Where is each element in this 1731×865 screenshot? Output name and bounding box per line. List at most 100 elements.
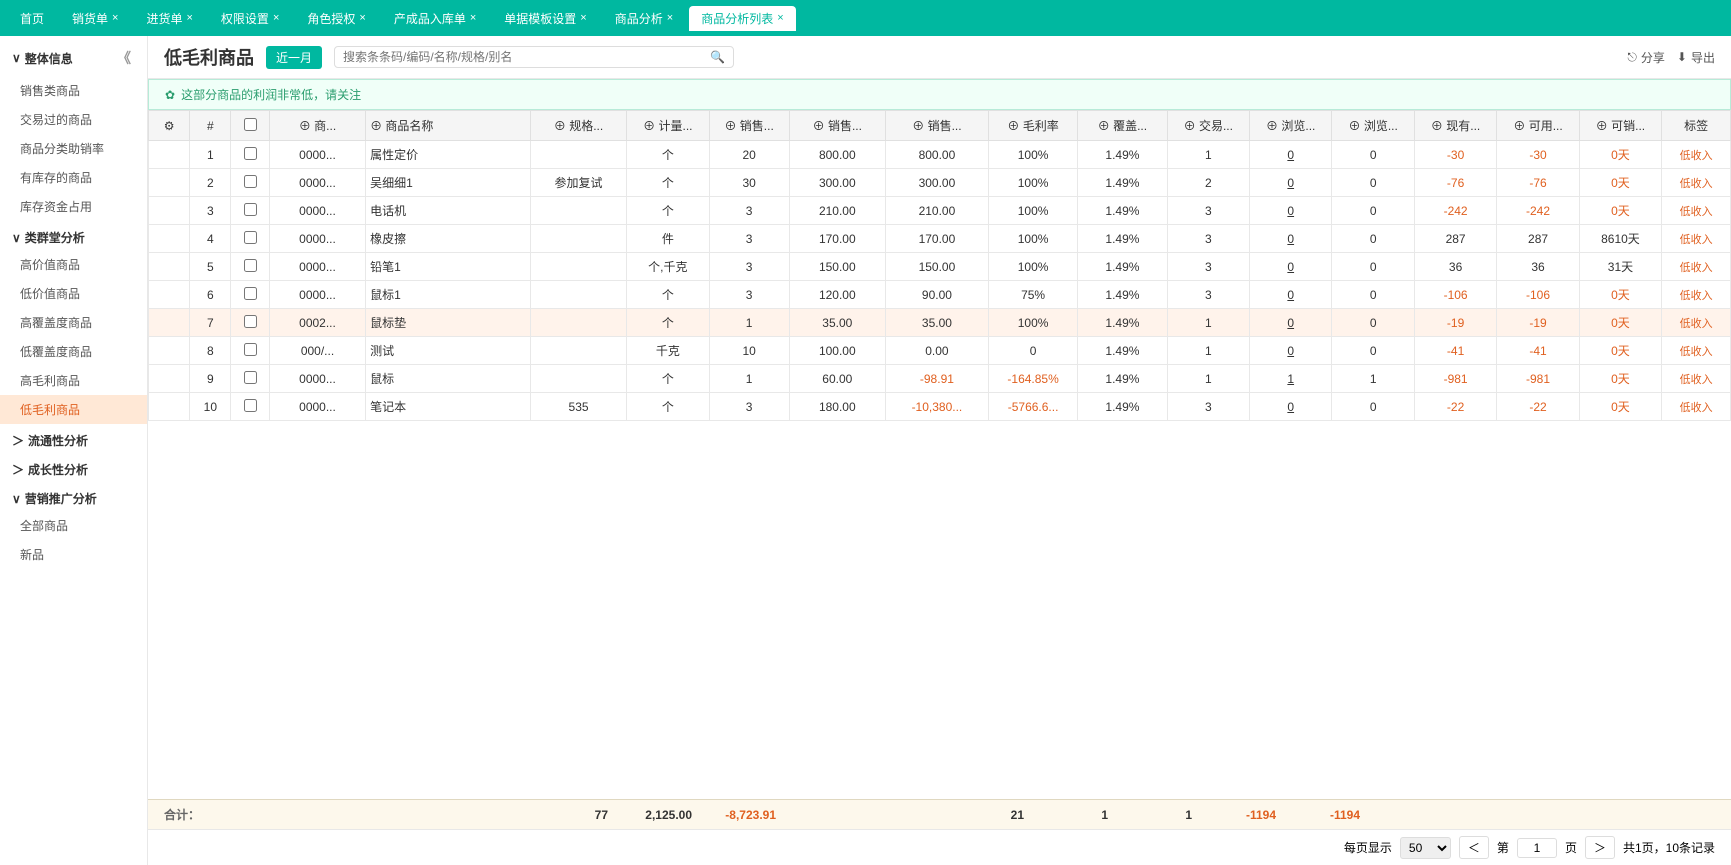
nav-product-analysis-list-close[interactable]: ×	[777, 12, 783, 24]
search-icon[interactable]: 🔍	[710, 50, 725, 64]
nav-template-setting[interactable]: 单据模板设置 ×	[492, 6, 598, 31]
sidebar-item-low-coverage[interactable]: 低覆盖度商品	[0, 337, 147, 366]
page-number-input[interactable]	[1517, 838, 1557, 858]
nav-product-analysis-list[interactable]: 商品分析列表 ×	[689, 6, 795, 31]
nav-permission[interactable]: 权限设置 ×	[209, 6, 291, 31]
row-checkbox-4[interactable]	[244, 259, 257, 272]
sidebar-item-in-stock-goods[interactable]: 有库存的商品	[0, 163, 147, 192]
sidebar-item-inventory-capital[interactable]: 库存资金占用	[0, 192, 147, 221]
sidebar-item-low-value[interactable]: 低价值商品	[0, 279, 147, 308]
col-header-view2[interactable]: ⊕ 浏览...	[1332, 111, 1414, 141]
select-all-checkbox[interactable]	[244, 118, 257, 131]
row-view1-6[interactable]: 0	[1250, 309, 1332, 337]
sidebar-group-circulation[interactable]: ＞ 流通性分析	[0, 424, 147, 453]
date-filter-button[interactable]: 近一月	[266, 46, 322, 69]
row-check-0[interactable]	[231, 141, 269, 169]
col-header-settings[interactable]: ⚙	[149, 111, 190, 141]
table-container[interactable]: ⚙ # ⊕ 商... ⊕ 商品名称 ⊕ 规格... ⊕ 计量... ⊕ 销售..…	[148, 110, 1731, 799]
col-header-saleable[interactable]: ⊕ 可销...	[1579, 111, 1661, 141]
col-header-avail[interactable]: ⊕ 可用...	[1497, 111, 1579, 141]
row-check-6[interactable]	[231, 309, 269, 337]
row-view1-0[interactable]: 0	[1250, 141, 1332, 169]
nav-sales-order-close[interactable]: ×	[112, 12, 118, 24]
row-checkbox-3[interactable]	[244, 231, 257, 244]
row-checkbox-2[interactable]	[244, 203, 257, 216]
row-view1-4[interactable]: 0	[1250, 253, 1332, 281]
sidebar-group-cluster[interactable]: ∨ 类群堂分析	[0, 221, 147, 250]
nav-purchase-order-close[interactable]: ×	[186, 12, 192, 24]
table-row: 4 0000... 橡皮擦 件 3 170.00 170.00 100% 1.4…	[149, 225, 1731, 253]
sidebar-item-sales-goods[interactable]: 销售类商品	[0, 76, 147, 105]
col-header-trade[interactable]: ⊕ 交易...	[1167, 111, 1249, 141]
row-view1-9[interactable]: 0	[1250, 393, 1332, 421]
row-view1-2[interactable]: 0	[1250, 197, 1332, 225]
row-check-3[interactable]	[231, 225, 269, 253]
sidebar-item-high-gross[interactable]: 高毛利商品	[0, 366, 147, 395]
row-view1-7[interactable]: 0	[1250, 337, 1332, 365]
row-view1-8[interactable]: 1	[1250, 365, 1332, 393]
per-page-select[interactable]: 50 100 200	[1400, 837, 1451, 859]
col-header-sale-price[interactable]: ⊕ 销售...	[789, 111, 885, 141]
nav-product-analysis[interactable]: 商品分析 ×	[603, 6, 685, 31]
prev-page-button[interactable]: ＜	[1459, 836, 1489, 859]
row-check-9[interactable]	[231, 393, 269, 421]
sidebar-group-marketing[interactable]: ∨ 营销推广分析	[0, 482, 147, 511]
col-header-code[interactable]: ⊕ 商...	[269, 111, 365, 141]
row-checkbox-9[interactable]	[244, 399, 257, 412]
col-header-check[interactable]	[231, 111, 269, 141]
col-header-name[interactable]: ⊕ 商品名称	[366, 111, 531, 141]
col-header-stock[interactable]: ⊕ 现有...	[1414, 111, 1496, 141]
col-header-view1[interactable]: ⊕ 浏览...	[1250, 111, 1332, 141]
row-checkbox-7[interactable]	[244, 343, 257, 356]
nav-role-auth-close[interactable]: ×	[359, 12, 365, 24]
col-header-unit[interactable]: ⊕ 计量...	[627, 111, 709, 141]
export-button[interactable]: ⬇ 导出	[1677, 49, 1715, 66]
row-check-1[interactable]	[231, 169, 269, 197]
nav-product-storage[interactable]: 产成品入库单 ×	[382, 6, 488, 31]
nav-home[interactable]: 首页	[8, 6, 56, 31]
nav-product-storage-close[interactable]: ×	[470, 12, 476, 24]
row-check-2[interactable]	[231, 197, 269, 225]
col-header-gross-rate[interactable]: ⊕ 毛利率	[988, 111, 1077, 141]
nav-product-analysis-close[interactable]: ×	[667, 12, 673, 24]
search-input[interactable]	[343, 50, 704, 64]
sidebar-item-low-gross[interactable]: 低毛利商品	[0, 395, 147, 424]
col-header-sale-qty[interactable]: ⊕ 销售...	[709, 111, 789, 141]
row-checkbox-6[interactable]	[244, 315, 257, 328]
row-view1-5[interactable]: 0	[1250, 281, 1332, 309]
nav-sales-order[interactable]: 销货单 ×	[60, 6, 130, 31]
row-checkbox-8[interactable]	[244, 371, 257, 384]
row-num-1: 2	[190, 169, 231, 197]
nav-role-auth[interactable]: 角色授权 ×	[295, 6, 377, 31]
sidebar-item-high-coverage[interactable]: 高覆盖度商品	[0, 308, 147, 337]
sidebar-group-overall[interactable]: ∨ 整体信息 《	[0, 36, 147, 76]
nav-template-setting-close[interactable]: ×	[580, 12, 586, 24]
sidebar-item-all-goods[interactable]: 全部商品	[0, 511, 147, 540]
row-checkbox-0[interactable]	[244, 147, 257, 160]
row-check-8[interactable]	[231, 365, 269, 393]
share-button[interactable]: ⎋ 分享	[1627, 49, 1665, 66]
col-header-coverage[interactable]: ⊕ 覆盖...	[1078, 111, 1167, 141]
sidebar-item-traded-goods[interactable]: 交易过的商品	[0, 105, 147, 134]
row-code-1: 0000...	[269, 169, 365, 197]
sidebar-collapse-button[interactable]: 《	[113, 44, 135, 72]
row-checkbox-1[interactable]	[244, 175, 257, 188]
row-check-5[interactable]	[231, 281, 269, 309]
nav-purchase-order[interactable]: 进货单 ×	[134, 6, 204, 31]
row-tag-8: 低收入	[1662, 365, 1731, 393]
col-header-sale-amt[interactable]: ⊕ 销售...	[885, 111, 988, 141]
sidebar-group-growth[interactable]: ＞ 成长性分析	[0, 453, 147, 482]
row-sale-qty-4: 3	[709, 253, 789, 281]
next-page-button[interactable]: ＞	[1585, 836, 1615, 859]
row-check-7[interactable]	[231, 337, 269, 365]
row-check-4[interactable]	[231, 253, 269, 281]
row-view1-3[interactable]: 0	[1250, 225, 1332, 253]
row-code-0: 0000...	[269, 141, 365, 169]
sidebar-item-high-value[interactable]: 高价值商品	[0, 250, 147, 279]
sidebar-item-category-sales-rate[interactable]: 商品分类助销率	[0, 134, 147, 163]
sidebar-item-new-goods[interactable]: 新品	[0, 540, 147, 569]
row-checkbox-5[interactable]	[244, 287, 257, 300]
row-view1-1[interactable]: 0	[1250, 169, 1332, 197]
col-header-spec[interactable]: ⊕ 规格...	[530, 111, 626, 141]
nav-permission-close[interactable]: ×	[273, 12, 279, 24]
